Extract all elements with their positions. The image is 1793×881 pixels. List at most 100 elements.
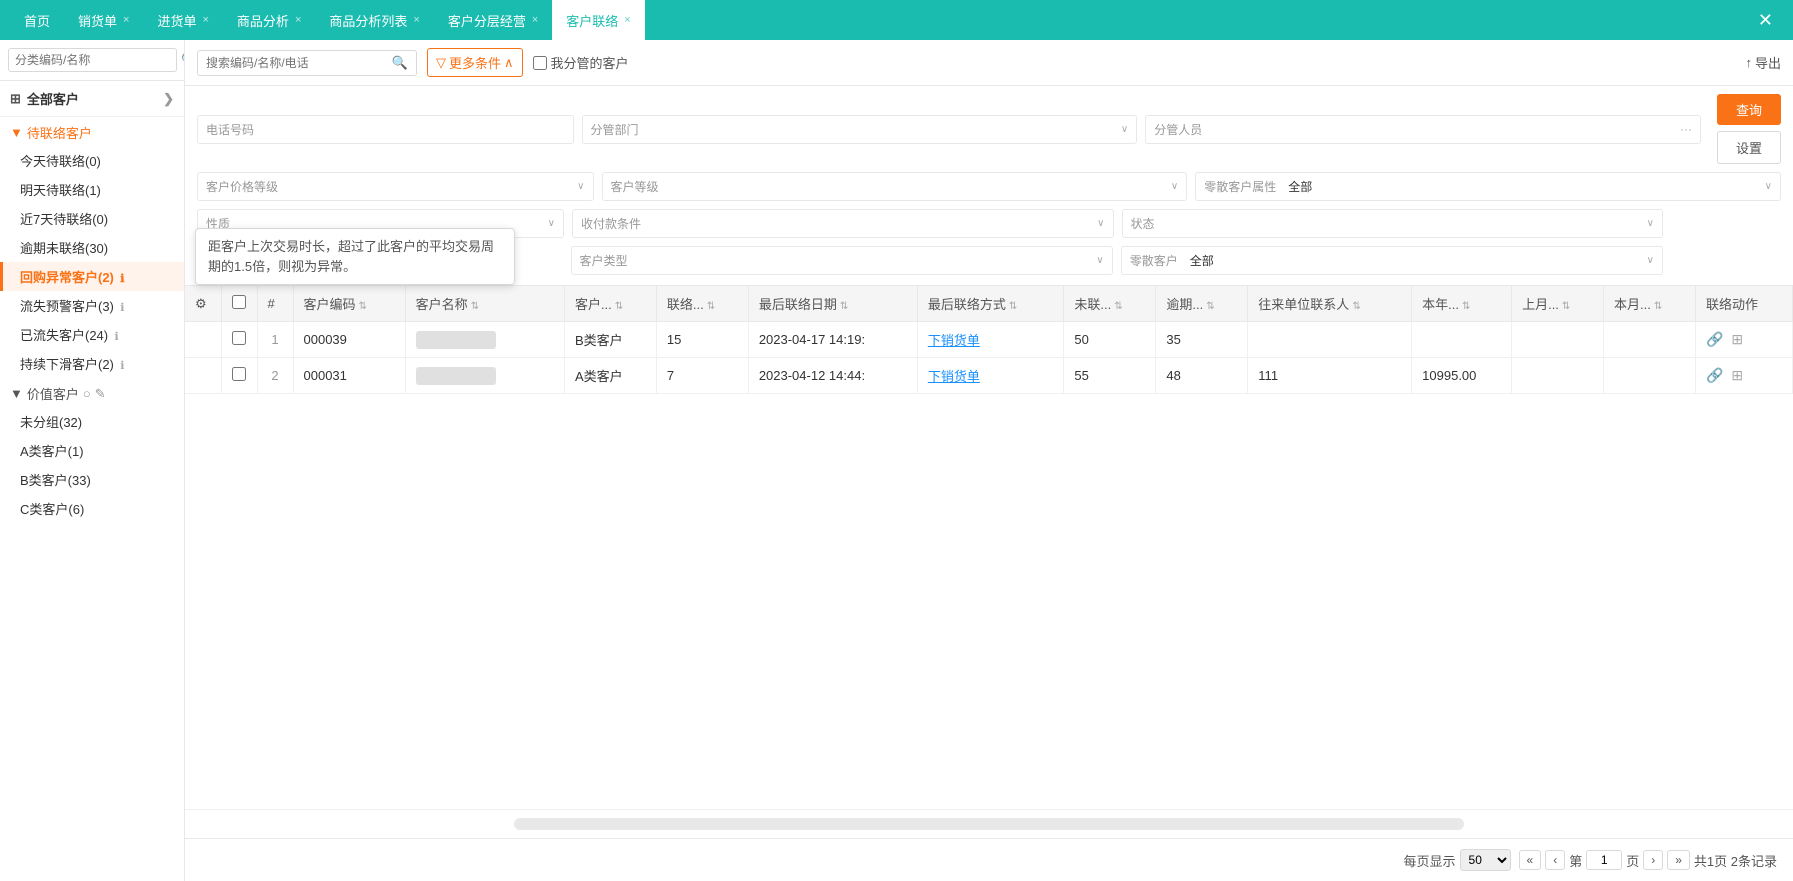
contact-method-link[interactable]: 下销货单 (928, 369, 980, 384)
settings-col-icon[interactable]: ⚙ (195, 296, 207, 311)
my-customers-checkbox[interactable] (533, 56, 547, 70)
sort-icon-unit[interactable]: ⇅ (1352, 301, 1360, 312)
action-icon-grid[interactable]: ⊞ (1731, 331, 1743, 348)
zero-retail-dropdown[interactable]: ∨ (1647, 255, 1654, 266)
nav-customer-segments[interactable]: 客户分层经营 × (434, 0, 552, 40)
select-all-checkbox[interactable] (232, 295, 246, 309)
sort-icon-this-year[interactable]: ⇅ (1462, 301, 1470, 312)
sidebar-value-customer-section[interactable]: ▼ 价值客户 ○ ✎ (0, 378, 184, 407)
sidebar-item-loss-warning[interactable]: 流失预警客户(3) ℹ (0, 291, 184, 320)
col-settings[interactable]: ⚙ (185, 286, 221, 322)
sidebar-item-class-b[interactable]: B类客户(33) (0, 465, 184, 494)
sidebar-all-customers-header[interactable]: ⊞ 全部客户 ❯ (0, 81, 184, 117)
last-page-button[interactable]: » (1667, 850, 1690, 870)
col-last-contact-date[interactable]: 最后联络日期⇅ (748, 286, 917, 322)
zero-retail-attr-dropdown[interactable]: ∨ (1765, 181, 1772, 192)
prev-page-button[interactable]: ‹ (1545, 850, 1565, 870)
nav-sales-order[interactable]: 销货单 × (64, 0, 143, 40)
sort-icon-no-contact[interactable]: ⇅ (1114, 301, 1122, 312)
nav-close-product-analysis-list[interactable]: × (413, 14, 419, 26)
col-last-month[interactable]: 上月...⇅ (1512, 286, 1604, 322)
sidebar-pending-contact-section[interactable]: ▼ 待联络客户 (0, 117, 184, 146)
customer-type-dropdown[interactable]: ∨ (1096, 255, 1103, 266)
sidebar-item-ungrouped[interactable]: 未分组(32) (0, 407, 184, 436)
nav-close-sales-order[interactable]: × (123, 14, 129, 26)
status-field[interactable]: 状态 ∨ (1122, 209, 1664, 238)
col-contact-num[interactable]: 联络...⇅ (656, 286, 748, 322)
price-level-dropdown-icon[interactable]: ∨ (577, 181, 584, 192)
price-level-field[interactable]: 客户价格等级 ∨ (197, 172, 594, 201)
per-page-select[interactable]: 50 100 200 (1460, 849, 1511, 871)
sidebar-item-class-a[interactable]: A类客户(1) (0, 436, 184, 465)
row-checkbox[interactable] (232, 331, 246, 345)
status-dropdown-icon[interactable]: ∨ (1647, 218, 1654, 229)
zero-retail-attr-field[interactable]: 零散客户属性 全部 ∨ (1195, 172, 1781, 201)
action-icon-link[interactable]: 🔗 (1706, 367, 1723, 384)
payment-field[interactable]: 收付款条件 ∨ (572, 209, 1114, 238)
customer-level-dropdown-icon[interactable]: ∨ (1171, 181, 1178, 192)
customer-level-field[interactable]: 客户等级 ∨ (602, 172, 1188, 201)
col-this-month[interactable]: 本月...⇅ (1604, 286, 1696, 322)
query-button[interactable]: 查询 (1717, 94, 1781, 125)
action-icon-link[interactable]: 🔗 (1706, 331, 1723, 348)
search-submit-icon[interactable]: 🔍 (392, 55, 408, 71)
edit-icon[interactable]: ○ (83, 386, 91, 401)
sort-icon-code[interactable]: ⇅ (359, 301, 367, 312)
nav-purchase-order[interactable]: 进货单 × (143, 0, 222, 40)
settings-button[interactable]: 设置 (1717, 131, 1781, 164)
row-checkbox[interactable] (232, 367, 246, 381)
zero-retail-field[interactable]: 零散客户 全部 ∨ (1121, 246, 1663, 275)
contact-method-link[interactable]: 下销货单 (928, 333, 980, 348)
col-this-year[interactable]: 本年...⇅ (1412, 286, 1512, 322)
sort-icon-name[interactable]: ⇅ (471, 301, 479, 312)
sidebar-item-overdue-contact[interactable]: 逾期未联络(30) (0, 233, 184, 262)
page-number-input[interactable] (1586, 850, 1622, 870)
sort-icon-overdue[interactable]: ⇅ (1206, 301, 1214, 312)
sidebar-item-class-c[interactable]: C类客户(6) (0, 494, 184, 523)
sidebar-item-repurchase-anomaly[interactable]: 回购异常客户(2) ℹ (0, 262, 184, 291)
col-unit-contacts[interactable]: 往来单位联系人⇅ (1248, 286, 1412, 322)
row-last-method-cell[interactable]: 下销货单 (917, 322, 1064, 358)
row-checkbox-cell[interactable] (221, 358, 257, 394)
sidebar-item-7days-pending[interactable]: 近7天待联络(0) (0, 204, 184, 233)
more-conditions-button[interactable]: ▽ 更多条件 ∧ (427, 48, 523, 77)
col-no-contact[interactable]: 未联...⇅ (1064, 286, 1156, 322)
row-checkbox-cell[interactable] (221, 322, 257, 358)
sort-icon-method[interactable]: ⇅ (1009, 301, 1017, 312)
next-page-button[interactable]: › (1643, 850, 1663, 870)
nav-customer-contact[interactable]: 客户联络 × (552, 0, 644, 40)
sidebar-search-input[interactable] (8, 48, 177, 72)
collapse-arrow-icon[interactable]: ❯ (163, 91, 174, 107)
export-button[interactable]: ↑ 导出 (1745, 53, 1781, 72)
col-customer-name[interactable]: 客户名称⇅ (405, 286, 564, 322)
gender-dropdown-icon[interactable]: ∨ (548, 218, 555, 229)
pen-icon[interactable]: ✎ (95, 386, 106, 402)
nav-home[interactable]: 首页 (10, 0, 64, 40)
col-customer-type[interactable]: 客户...⇅ (564, 286, 656, 322)
col-last-contact-method[interactable]: 最后联络方式⇅ (917, 286, 1064, 322)
sort-icon-this-month[interactable]: ⇅ (1654, 301, 1662, 312)
col-customer-code[interactable]: 客户编码⇅ (293, 286, 405, 322)
nav-close-customer-segments[interactable]: × (532, 14, 538, 26)
person-more-icon[interactable]: ··· (1680, 122, 1692, 136)
first-page-button[interactable]: « (1519, 850, 1542, 870)
sort-icon-contact[interactable]: ⇅ (707, 301, 715, 312)
nav-close-product-analysis[interactable]: × (295, 14, 301, 26)
nav-close-customer-contact[interactable]: × (624, 14, 630, 26)
col-overdue[interactable]: 逾期...⇅ (1156, 286, 1248, 322)
horizontal-scrollbar[interactable] (514, 818, 1464, 830)
sidebar-item-lost-customers[interactable]: 已流失客户(24) ℹ (0, 320, 184, 349)
sort-icon-type[interactable]: ⇅ (615, 301, 623, 312)
payment-dropdown-icon[interactable]: ∨ (1097, 218, 1104, 229)
person-field[interactable]: 分管人员 ··· (1145, 115, 1701, 144)
search-input[interactable] (206, 56, 388, 70)
dept-field[interactable]: 分管部门 ∨ (582, 115, 1138, 144)
customer-type-field[interactable]: 客户类型 ∨ (571, 246, 1113, 275)
sidebar-item-today-pending[interactable]: 今天待联络(0) (0, 146, 184, 175)
sidebar-item-declining-customers[interactable]: 持续下滑客户(2) ℹ (0, 349, 184, 378)
row-last-method-cell[interactable]: 下销货单 (917, 358, 1064, 394)
dept-dropdown-icon[interactable]: ∨ (1121, 124, 1128, 135)
nav-product-analysis-list[interactable]: 商品分析列表 × (315, 0, 433, 40)
action-icon-grid[interactable]: ⊞ (1731, 367, 1743, 384)
sidebar-item-tomorrow-pending[interactable]: 明天待联络(1) (0, 175, 184, 204)
